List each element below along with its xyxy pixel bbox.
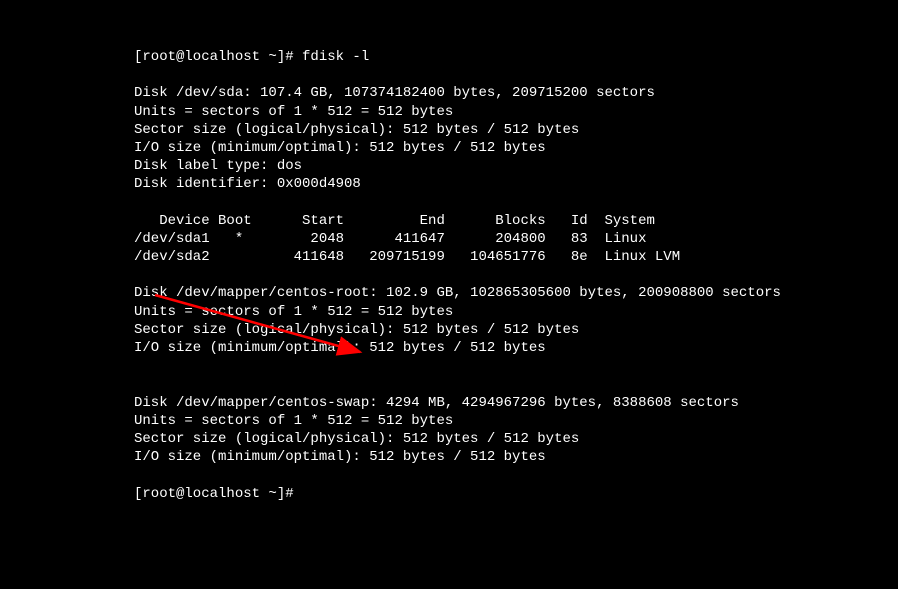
command-prompt-ready[interactable]: [root@localhost ~]# (134, 485, 898, 503)
blank-line (134, 194, 898, 212)
disk-root-io: I/O size (minimum/optimal): 512 bytes / … (134, 339, 898, 357)
disk-sda-io: I/O size (minimum/optimal): 512 bytes / … (134, 139, 898, 157)
partition-row-sda2: /dev/sda2 411648 209715199 104651776 8e … (134, 248, 898, 266)
disk-sda-sector: Sector size (logical/physical): 512 byte… (134, 121, 898, 139)
blank-line (134, 266, 898, 284)
disk-root-header: Disk /dev/mapper/centos-root: 102.9 GB, … (134, 284, 898, 302)
partition-header: Device Boot Start End Blocks Id System (134, 212, 898, 230)
disk-sda-label: Disk label type: dos (134, 157, 898, 175)
disk-swap-sector: Sector size (logical/physical): 512 byte… (134, 430, 898, 448)
partition-row-sda1: /dev/sda1 * 2048 411647 204800 83 Linux (134, 230, 898, 248)
disk-swap-header: Disk /dev/mapper/centos-swap: 4294 MB, 4… (134, 394, 898, 412)
disk-sda-header: Disk /dev/sda: 107.4 GB, 107374182400 by… (134, 84, 898, 102)
disk-sda-units: Units = sectors of 1 * 512 = 512 bytes (134, 103, 898, 121)
blank-line (134, 375, 898, 393)
blank-line (134, 357, 898, 375)
disk-swap-io: I/O size (minimum/optimal): 512 bytes / … (134, 448, 898, 466)
disk-root-units: Units = sectors of 1 * 512 = 512 bytes (134, 303, 898, 321)
command-prompt-line[interactable]: [root@localhost ~]# fdisk -l (134, 48, 898, 66)
disk-root-sector: Sector size (logical/physical): 512 byte… (134, 321, 898, 339)
blank-line (134, 66, 898, 84)
disk-swap-units: Units = sectors of 1 * 512 = 512 bytes (134, 412, 898, 430)
terminal-output: [root@localhost ~]# fdisk -l Disk /dev/s… (134, 48, 898, 503)
blank-line (134, 466, 898, 484)
disk-sda-identifier: Disk identifier: 0x000d4908 (134, 175, 898, 193)
